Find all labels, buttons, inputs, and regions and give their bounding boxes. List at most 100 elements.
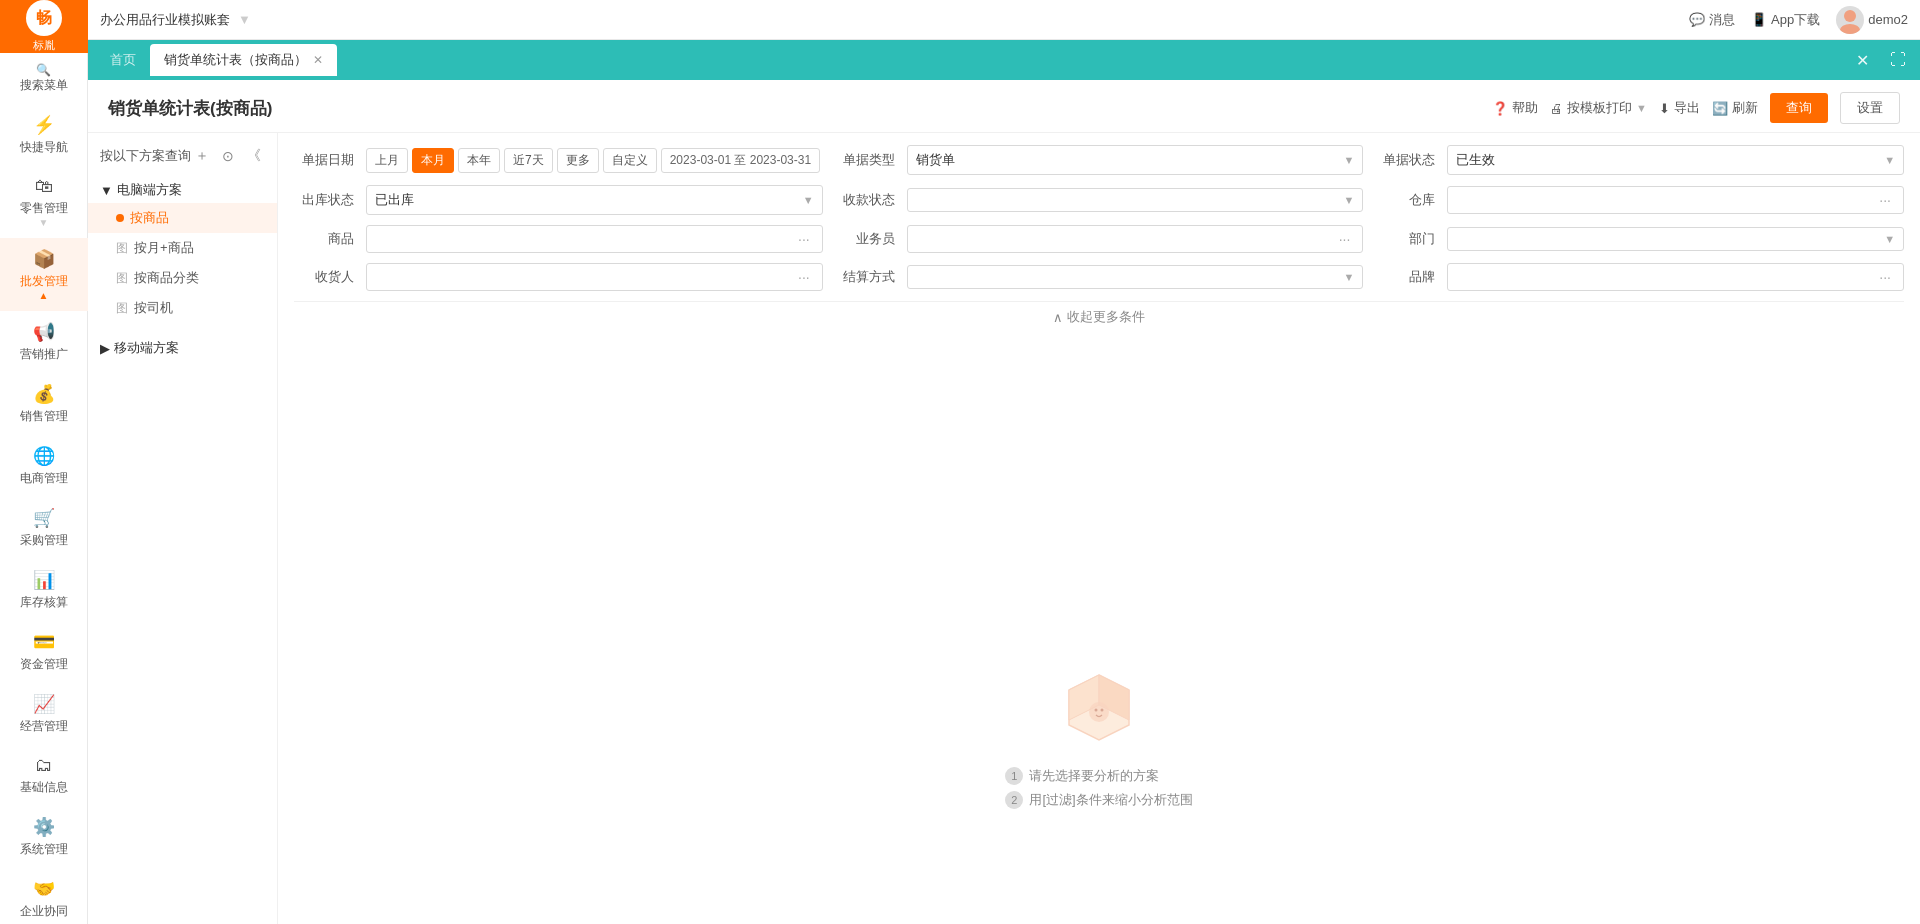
collect-status-label: 收款状态 [835, 191, 895, 209]
salesman-select[interactable]: ··· [907, 225, 1364, 253]
scheme-panel: 按以下方案查询 ＋ ⊙ 《 ▼ 电脑端方案 [88, 133, 278, 924]
out-status-select[interactable]: 已出库 ▼ [366, 185, 823, 215]
scheme-item-by-goods[interactable]: 按商品 [88, 203, 277, 233]
sidebar-item-retail[interactable]: 🛍 零售管理 ▼ [0, 166, 88, 238]
doc-status-label: 单据状态 [1375, 151, 1435, 169]
help-btn[interactable]: ❓ 帮助 [1492, 99, 1538, 117]
date-btn-more[interactable]: 更多 [557, 148, 599, 173]
goods-select[interactable]: ··· [366, 225, 823, 253]
page-header-actions: ❓ 帮助 🖨 按模板打印 ▼ ⬇ 导出 🔄 刷新 [1492, 92, 1900, 124]
export-btn[interactable]: ⬇ 导出 [1659, 99, 1700, 117]
settings-btn[interactable]: 设置 [1840, 92, 1900, 124]
scheme-group-mobile-title[interactable]: ▶ 移动端方案 [88, 335, 277, 361]
app-logo: 畅 标胤 [0, 0, 88, 53]
doc-type-select[interactable]: 销货单 ▼ [907, 145, 1364, 175]
header-right: 💬 消息 📱 App下载 demo2 [1689, 6, 1908, 34]
date-btn-last-month[interactable]: 上月 [366, 148, 408, 173]
warehouse-dots[interactable]: ··· [1875, 192, 1895, 208]
scheme-panel-header: 按以下方案查询 ＋ ⊙ 《 [88, 141, 277, 171]
sidebar-item-sales[interactable]: 💰 销售管理 [0, 373, 88, 435]
scheme-item-by-month-goods[interactable]: 图 按月+商品 [88, 233, 277, 263]
message-icon: 💬 [1689, 12, 1705, 27]
export-label: 导出 [1674, 99, 1700, 117]
refresh-btn[interactable]: 🔄 刷新 [1712, 99, 1758, 117]
scheme-item-by-driver[interactable]: 图 按司机 [88, 293, 277, 323]
template-print-btn[interactable]: 🖨 按模板打印 ▼ [1550, 99, 1647, 117]
warehouse-label: 仓库 [1375, 191, 1435, 209]
date-btn-this-year[interactable]: 本年 [458, 148, 500, 173]
sidebar-item-quick-nav[interactable]: ⚡ 快捷导航 [0, 104, 88, 166]
brand-dots[interactable]: ··· [1875, 269, 1895, 285]
filter-area: 单据日期 上月 本月 本年 近7天 更多 自定义 2023-03-01 至 20… [278, 133, 1920, 541]
sidebar-search[interactable]: 🔍 搜索菜单 [0, 53, 88, 104]
sidebar-item-inventory[interactable]: 📊 库存核算 [0, 559, 88, 621]
tab-sales-stat[interactable]: 销货单统计表（按商品） ✕ [150, 44, 337, 76]
scheme-item-label-2: 按月+商品 [134, 239, 194, 257]
filter-row-1: 单据日期 上月 本月 本年 近7天 更多 自定义 2023-03-01 至 20… [294, 145, 1904, 175]
scheme-item-icon-2: 图 [116, 270, 128, 287]
tab-close-all-btn[interactable]: ✕ [1848, 46, 1876, 74]
salesman-dots[interactable]: ··· [1335, 231, 1355, 247]
date-label: 单据日期 [294, 151, 354, 169]
tab-expand-btn[interactable]: ⛶ [1884, 46, 1912, 74]
refresh-label: 刷新 [1732, 99, 1758, 117]
tab-home-label: 首页 [110, 51, 136, 69]
dept-select[interactable]: ▼ [1447, 227, 1904, 251]
empty-state: 1 请先选择要分析的方案 2 用[过滤]条件来缩小分析范围 [278, 541, 1920, 925]
warehouse-select[interactable]: ··· [1447, 186, 1904, 214]
sidebar-item-operations[interactable]: 📈 经营管理 [0, 683, 88, 745]
date-btn-custom[interactable]: 自定义 [603, 148, 657, 173]
payment-select[interactable]: ▼ [907, 265, 1364, 289]
scheme-collapse-btn[interactable]: 《 [243, 145, 265, 167]
top-header: 办公用品行业模拟账套 ▼ 💬 消息 📱 App下载 demo2 [88, 0, 1920, 40]
scheme-group-desktop-title[interactable]: ▼ 电脑端方案 [88, 177, 277, 203]
brand-control: ··· [1447, 263, 1904, 291]
collect-status-control: ▼ [907, 188, 1364, 212]
tab-home[interactable]: 首页 [96, 44, 150, 76]
sidebar-item-wholesale[interactable]: 📦 批发管理 ▲ [0, 238, 88, 311]
date-range: 2023-03-01 至 2023-03-31 [661, 148, 820, 173]
brand-select[interactable]: ··· [1447, 263, 1904, 291]
sidebar-item-system[interactable]: ⚙️ 系统管理 [0, 806, 88, 868]
app-icon: 📱 [1751, 12, 1767, 27]
sidebar-item-ecommerce[interactable]: 🌐 电商管理 [0, 435, 88, 497]
collapse-btn[interactable]: ∧ 收起更多条件 [294, 301, 1904, 332]
receiver-select[interactable]: ··· [366, 263, 823, 291]
date-btn-this-month[interactable]: 本月 [412, 148, 454, 173]
message-btn[interactable]: 💬 消息 [1689, 11, 1735, 29]
header-left: 办公用品行业模拟账套 ▼ [100, 11, 251, 29]
collect-status-select[interactable]: ▼ [907, 188, 1364, 212]
receiver-dots[interactable]: ··· [794, 269, 814, 285]
scheme-item-by-category[interactable]: 图 按商品分类 [88, 263, 277, 293]
tab-bar-right: ✕ ⛶ [1848, 46, 1912, 74]
active-indicator [116, 214, 124, 222]
sidebar-item-basic[interactable]: 🗂 基础信息 [0, 745, 88, 806]
scheme-item-icon-1: 图 [116, 240, 128, 257]
app-download-btn[interactable]: 📱 App下载 [1751, 11, 1820, 29]
user-profile[interactable]: demo2 [1836, 6, 1908, 34]
svg-point-6 [1095, 709, 1098, 712]
warehouse-control: ··· [1447, 186, 1904, 214]
empty-hint-2: 2 用[过滤]条件来缩小分析范围 [1005, 791, 1192, 809]
out-status-arrow: ▼ [803, 194, 814, 206]
sidebar-item-purchase[interactable]: 🛒 采购管理 [0, 497, 88, 559]
scheme-add-btn[interactable]: ＋ [191, 145, 213, 167]
tab-close-icon[interactable]: ✕ [313, 53, 323, 67]
query-btn[interactable]: 查询 [1770, 93, 1828, 123]
sidebar-item-enterprise-cooperation[interactable]: 🤝 企业协同 [0, 868, 88, 924]
date-btn-7days[interactable]: 近7天 [504, 148, 553, 173]
filter-row-2: 出库状态 已出库 ▼ 收款状态 [294, 185, 1904, 215]
page-header: 销货单统计表(按商品) ❓ 帮助 🖨 按模板打印 ▼ ⬇ 导出 [88, 80, 1920, 133]
tab-sales-stat-label: 销货单统计表（按商品） [164, 51, 307, 69]
sidebar-item-finance[interactable]: 💳 资金管理 [0, 621, 88, 683]
sidebar-item-marketing[interactable]: 📢 营销推广 [0, 311, 88, 373]
svg-point-1 [1840, 24, 1860, 34]
goods-dots[interactable]: ··· [794, 231, 814, 247]
main-area: 办公用品行业模拟账套 ▼ 💬 消息 📱 App下载 demo2 首页 [88, 0, 1920, 924]
avatar [1836, 6, 1864, 34]
salesman-control: ··· [907, 225, 1364, 253]
filter-row-4: 收货人 ··· 结算方式 ▼ [294, 263, 1904, 291]
scheme-item-label: 按商品 [130, 209, 169, 227]
doc-status-select[interactable]: 已生效 ▼ [1447, 145, 1904, 175]
scheme-settings-btn[interactable]: ⊙ [217, 145, 239, 167]
